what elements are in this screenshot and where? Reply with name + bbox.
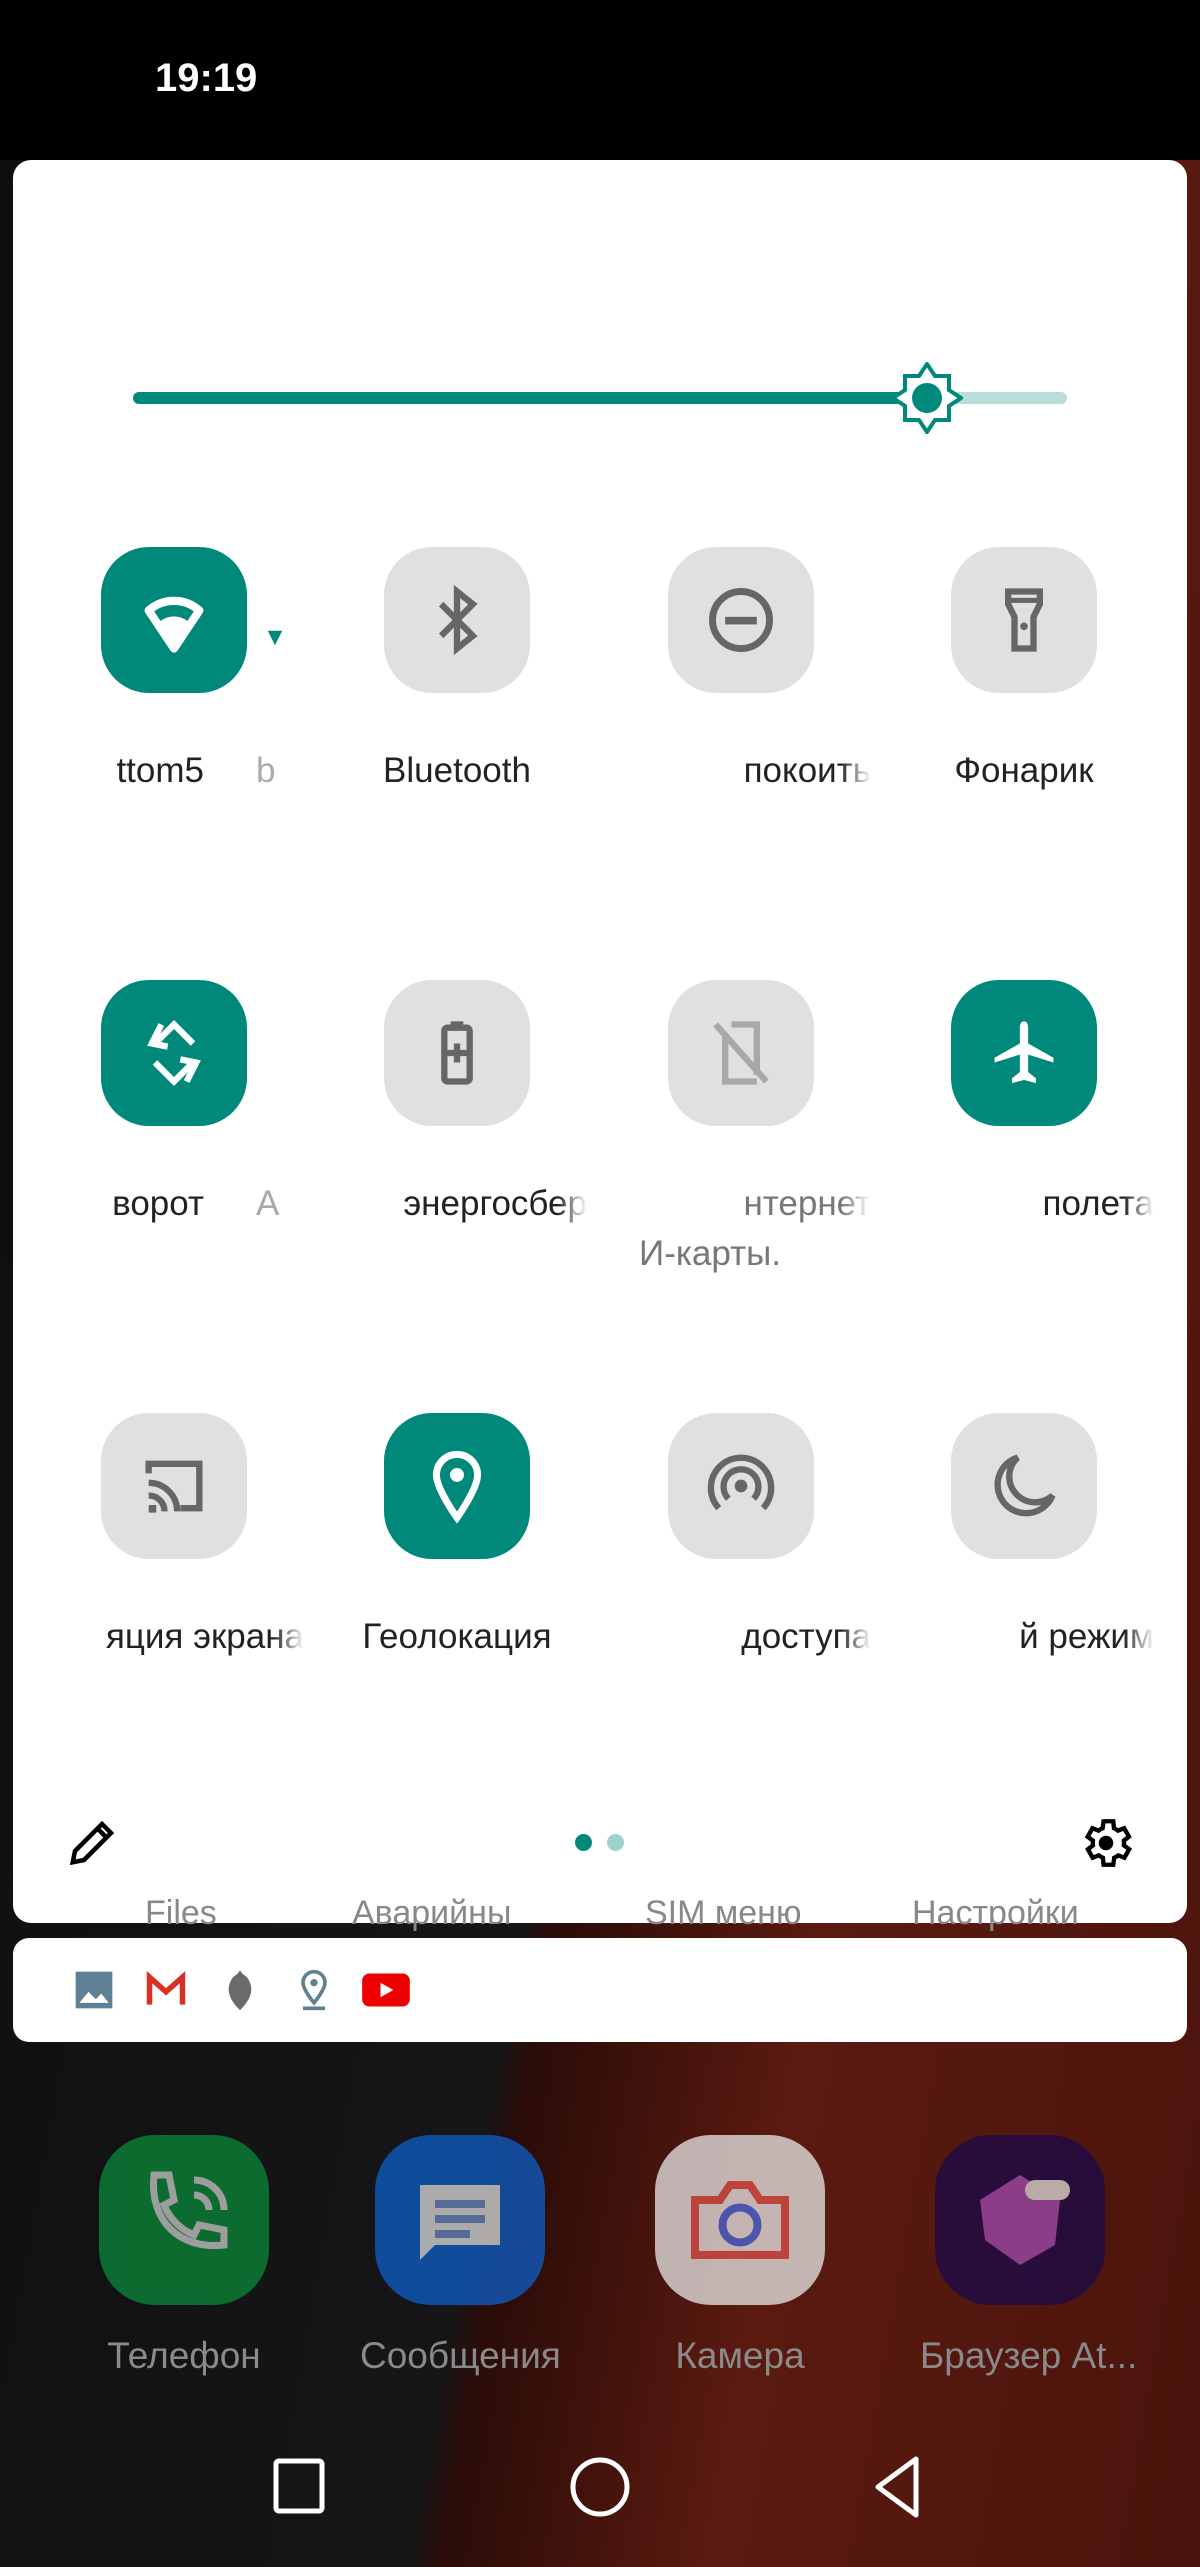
tile-toggle[interactable] [668, 1413, 814, 1559]
brightness-icon[interactable] [890, 362, 963, 434]
youtube-icon [362, 1973, 410, 2007]
tile-toggle[interactable] [384, 1413, 530, 1559]
do-not-disturb-icon [709, 588, 773, 652]
dropdown-arrow-icon[interactable] [266, 629, 284, 647]
location-icon [432, 1450, 482, 1524]
maps-icon [301, 1969, 327, 2011]
bluetooth-icon [438, 584, 478, 656]
night-mode-icon [994, 1454, 1056, 1517]
dock-app-label: Браузер At... [920, 2335, 1138, 2376]
edit-pencil-icon[interactable] [66, 1815, 120, 1869]
auto-rotate-icon [147, 1020, 201, 1086]
tile-label: покоить [743, 751, 871, 790]
app-icon [228, 1969, 252, 2011]
tile-label: Фонарик [954, 751, 1094, 790]
cast-icon [145, 1460, 203, 1513]
gallery-icon [75, 1971, 113, 2009]
tile-toggle[interactable] [668, 980, 814, 1126]
page-dot-active[interactable] [575, 1834, 592, 1851]
tile-toggle[interactable] [951, 1413, 1097, 1559]
browser-icon [980, 2175, 1070, 2265]
page-dot[interactable] [607, 1834, 624, 1851]
tile-label-secondary: А [256, 1184, 280, 1223]
tile-label: Геолокация [362, 1617, 552, 1656]
battery-saver-icon [441, 1021, 473, 1085]
status-bar: 19:19 [0, 0, 1200, 160]
tile-toggle[interactable] [384, 547, 530, 693]
recents-button[interactable] [272, 2455, 328, 2515]
tile-toggle[interactable] [101, 547, 247, 693]
dock-app-browser[interactable]: Браузер At... [920, 2135, 1138, 2377]
dock-app-label: Сообщения [360, 2335, 561, 2376]
dock-app-phone[interactable]: Телефон [84, 2135, 284, 2377]
tile-label: й режим [1019, 1617, 1154, 1656]
tile-toggle[interactable] [101, 980, 247, 1126]
brightness-slider[interactable] [133, 362, 1067, 434]
messages-icon [420, 2185, 500, 2260]
tile-label: нтернет [743, 1184, 871, 1223]
hotspot-icon [707, 1454, 775, 1511]
tile-label: доступа [741, 1617, 871, 1656]
settings-gear-icon[interactable] [1077, 1814, 1135, 1872]
tile-label: ttom5 [116, 751, 204, 790]
dock-app-label: Камера [675, 2335, 805, 2376]
phone-icon [149, 2171, 228, 2250]
camera-icon [691, 2181, 789, 2259]
dock-app-label: Телефон [107, 2335, 261, 2376]
home-button[interactable] [568, 2455, 632, 2519]
app-label: Настройки [912, 1894, 1079, 1932]
mobile-data-off-icon [713, 1021, 769, 1085]
gmail-icon [146, 1971, 186, 2005]
tile-toggle[interactable] [951, 547, 1097, 693]
app-label: SIM меню [645, 1894, 802, 1932]
tile-toggle[interactable] [668, 547, 814, 693]
back-button[interactable] [870, 2455, 924, 2519]
tile-label: энергосбер [403, 1184, 587, 1223]
app-label: Аварийны [352, 1894, 512, 1932]
wifi-icon [144, 596, 204, 653]
tile-sublabel: И-карты. [639, 1234, 781, 1273]
notification-bar[interactable] [13, 1938, 1187, 2042]
tile-toggle[interactable] [101, 1413, 247, 1559]
tile-label-secondary: b [256, 751, 276, 790]
tile-label: полета [1042, 1184, 1154, 1223]
dock-app-messages[interactable]: Сообщения [360, 2135, 561, 2377]
tile-label: ворот [112, 1184, 204, 1223]
flashlight-icon [1005, 588, 1043, 652]
airplane-icon [994, 1021, 1054, 1084]
tile-toggle[interactable] [951, 980, 1097, 1126]
tile-label: яция экрана [105, 1617, 304, 1656]
clock: 19:19 [155, 56, 258, 100]
tile-label: Bluetooth [383, 751, 531, 790]
dock-app-camera[interactable]: Камера [640, 2135, 840, 2377]
app-label: Files [145, 1894, 217, 1932]
tile-toggle[interactable] [384, 980, 530, 1126]
